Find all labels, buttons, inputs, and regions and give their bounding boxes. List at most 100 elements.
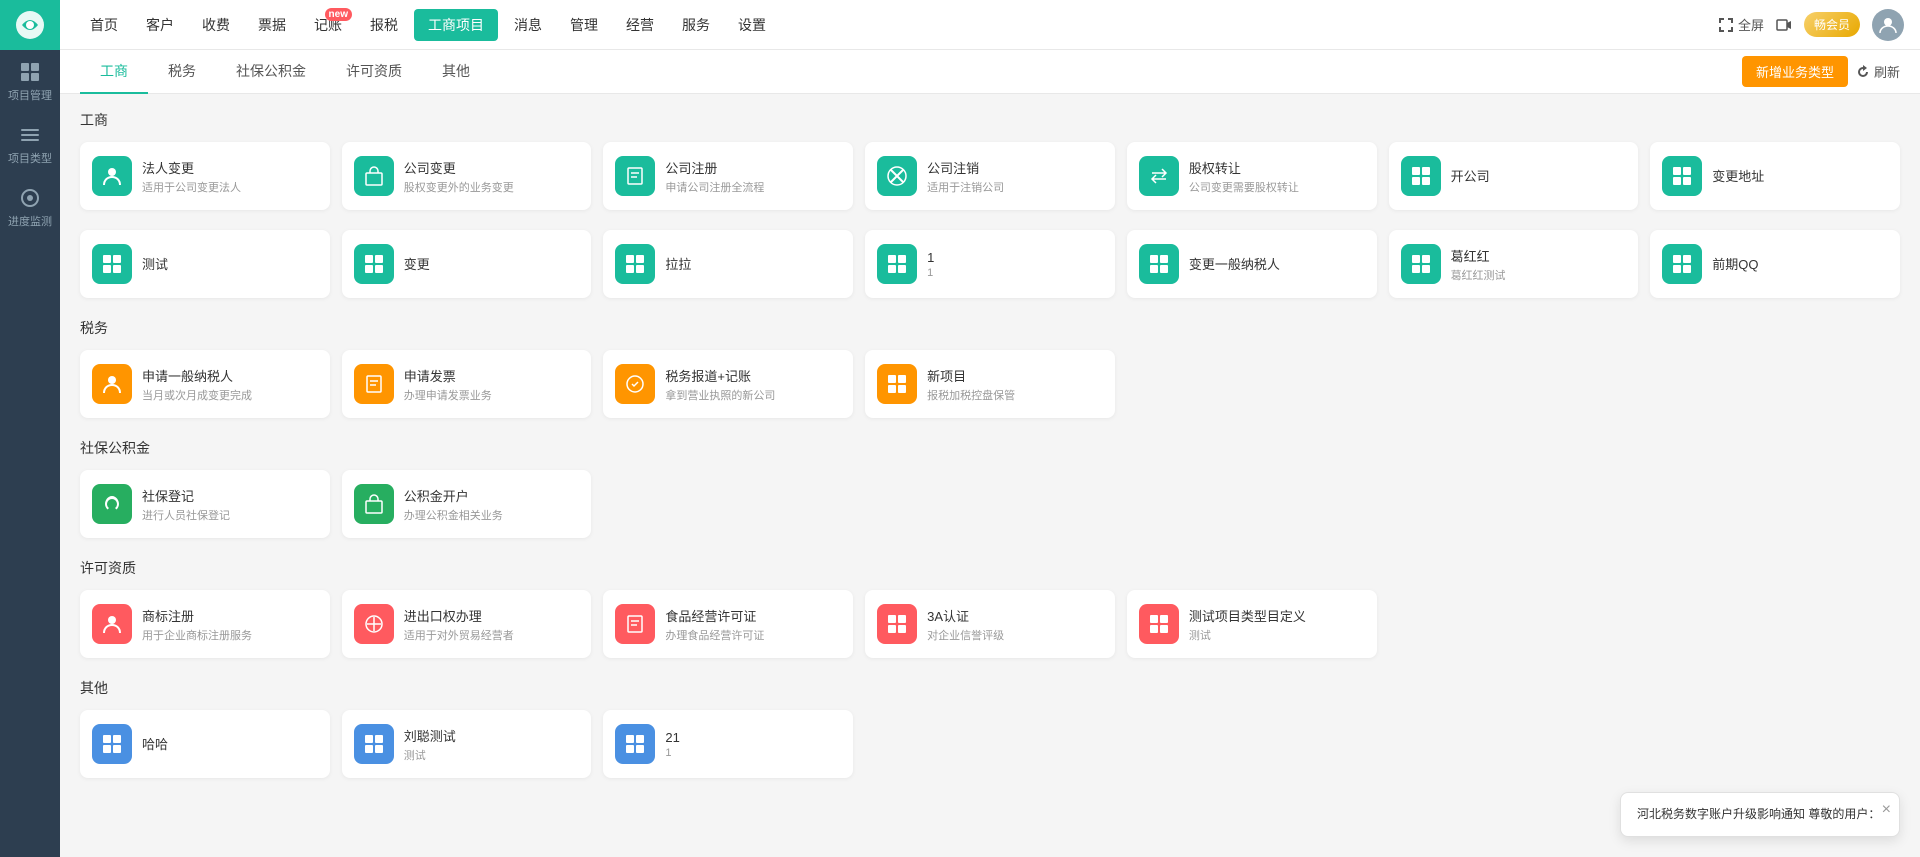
- nav-operation[interactable]: 经营: [612, 0, 668, 50]
- vip-button[interactable]: 畅会员: [1804, 12, 1860, 37]
- tab-actions: 新增业务类型 刷新: [1742, 56, 1900, 87]
- card-title: 税务报道+记账: [665, 366, 775, 385]
- card-sub: 股权变更外的业务变更: [404, 179, 514, 195]
- card-tax-report[interactable]: 税务报道+记账 拿到营业执照的新公司: [603, 350, 853, 418]
- card-title: 拉拉: [665, 254, 691, 273]
- card-ge-honghong[interactable]: 葛红红 葛红红测试: [1389, 230, 1639, 298]
- card-legal-change[interactable]: 法人变更 适用于公司变更法人: [80, 142, 330, 210]
- card-icon: [1139, 604, 1179, 644]
- sidebar-item-project-type[interactable]: 项目类型: [0, 113, 60, 176]
- card-sub: 1: [665, 747, 679, 759]
- avatar[interactable]: [1872, 9, 1904, 41]
- card-test-project-type[interactable]: 测试项目类型目定义 测试: [1127, 590, 1377, 658]
- card-new-project[interactable]: 新项目 报税加税控盘保管: [865, 350, 1115, 418]
- card-title: 变更地址: [1712, 166, 1764, 185]
- card-sub: 公司变更需要股权转让: [1189, 179, 1299, 195]
- card-sub: 测试: [404, 747, 456, 763]
- card-3a-cert[interactable]: 3A认证 对企业信誉评级: [865, 590, 1115, 658]
- card-sub: 办理食品经营许可证: [665, 627, 764, 643]
- refresh-button[interactable]: 刷新: [1856, 62, 1900, 81]
- sidebar-item-project-manage[interactable]: 项目管理: [0, 50, 60, 113]
- nav-industry[interactable]: 工商项目: [414, 9, 498, 41]
- card-icon: [615, 364, 655, 404]
- card-haha[interactable]: 哈哈: [80, 710, 330, 778]
- card-company-change[interactable]: 公司变更 股权变更外的业务变更: [342, 142, 592, 210]
- card-equity-transfer[interactable]: 股权转让 公司变更需要股权转让: [1127, 142, 1377, 210]
- card-icon: [92, 156, 132, 196]
- tax-cards: 申请一般纳税人 当月或次月成变更完成 申请发票 办理申请发票业务 税务报道+记账: [80, 350, 1900, 418]
- license-section-title: 许可资质: [80, 558, 1900, 578]
- card-title: 变更一般纳税人: [1189, 254, 1280, 273]
- card-fund-open[interactable]: 公积金开户 办理公积金相关业务: [342, 470, 592, 538]
- nav-manage[interactable]: 管理: [556, 0, 612, 50]
- card-apply-invoice[interactable]: 申请发票 办理申请发票业务: [342, 350, 592, 418]
- nav-service[interactable]: 服务: [668, 0, 724, 50]
- card-icon: [354, 244, 394, 284]
- industry-cards-row1: 法人变更 适用于公司变更法人 公司变更 股权变更外的业务变更: [80, 142, 1900, 210]
- tab-social-fund[interactable]: 社保公积金: [216, 50, 326, 94]
- card-company-register[interactable]: 公司注册 申请公司注册全流程: [603, 142, 853, 210]
- card-change-taxpayer[interactable]: 变更一般纳税人: [1127, 230, 1377, 298]
- video-button[interactable]: [1776, 17, 1792, 33]
- card-title: 公司变更: [404, 158, 514, 177]
- nav-billing[interactable]: 收费: [188, 0, 244, 50]
- list-icon: [18, 123, 42, 147]
- new-badge: new: [325, 8, 352, 21]
- card-open-company[interactable]: 开公司: [1389, 142, 1639, 210]
- card-test[interactable]: 测试: [80, 230, 330, 298]
- card-title: 前期QQ: [1712, 254, 1758, 273]
- card-icon: [877, 604, 917, 644]
- card-icon: [615, 724, 655, 764]
- nav-invoice[interactable]: 票据: [244, 0, 300, 50]
- tab-tax[interactable]: 税务: [148, 50, 216, 94]
- card-social-register[interactable]: 社保登记 进行人员社保登记: [80, 470, 330, 538]
- card-one[interactable]: 1 1: [865, 230, 1115, 298]
- card-icon: [1662, 156, 1702, 196]
- card-lala[interactable]: 拉拉: [603, 230, 853, 298]
- card-icon: [877, 364, 917, 404]
- card-icon: [92, 724, 132, 764]
- card-icon: [354, 604, 394, 644]
- card-icon: [354, 724, 394, 764]
- card-liu-test[interactable]: 刘聪测试 测试: [342, 710, 592, 778]
- nav-customer[interactable]: 客户: [132, 0, 188, 50]
- nav-home[interactable]: 首页: [76, 0, 132, 50]
- card-icon: [354, 364, 394, 404]
- notification-close-button[interactable]: ×: [1882, 801, 1891, 819]
- card-front-qq[interactable]: 前期QQ: [1650, 230, 1900, 298]
- card-title: 1: [927, 250, 934, 265]
- sidebar-item-progress[interactable]: 进度监测: [0, 176, 60, 239]
- card-title: 进出口权办理: [404, 606, 514, 625]
- tab-other[interactable]: 其他: [422, 50, 490, 94]
- card-title: 3A认证: [927, 606, 1004, 625]
- card-title: 申请一般纳税人: [142, 366, 252, 385]
- card-title: 股权转让: [1189, 158, 1299, 177]
- card-twenty-one[interactable]: 21 1: [603, 710, 853, 778]
- tab-license[interactable]: 许可资质: [326, 50, 422, 94]
- card-icon: [354, 156, 394, 196]
- card-title: 社保登记: [142, 486, 230, 505]
- card-sub: 用于企业商标注册服务: [142, 627, 252, 643]
- fullscreen-button[interactable]: 全屏: [1718, 15, 1764, 34]
- card-apply-taxpayer[interactable]: 申请一般纳税人 当月或次月成变更完成: [80, 350, 330, 418]
- nav-message[interactable]: 消息: [500, 0, 556, 50]
- card-change-address[interactable]: 变更地址: [1650, 142, 1900, 210]
- card-trademark[interactable]: 商标注册 用于企业商标注册服务: [80, 590, 330, 658]
- card-food-license[interactable]: 食品经营许可证 办理食品经营许可证: [603, 590, 853, 658]
- tab-industry[interactable]: 工商: [80, 50, 148, 94]
- card-icon: [354, 484, 394, 524]
- add-business-type-button[interactable]: 新增业务类型: [1742, 56, 1848, 87]
- nav-settings[interactable]: 设置: [724, 0, 780, 50]
- main-area: 首页 客户 收费 票据 记账 new 报税 工商项目 消息 管理 经营 服务 设…: [60, 0, 1920, 857]
- card-change2[interactable]: 变更: [342, 230, 592, 298]
- nav-accounts[interactable]: 记账 new: [300, 0, 356, 50]
- card-title: 法人变更: [142, 158, 241, 177]
- app-logo[interactable]: [0, 0, 60, 50]
- social-section-title: 社保公积金: [80, 438, 1900, 458]
- card-title: 21: [665, 730, 679, 745]
- card-import-export[interactable]: 进出口权办理 适用于对外贸易经营者: [342, 590, 592, 658]
- card-icon: [615, 156, 655, 196]
- nav-tax[interactable]: 报税: [356, 0, 412, 50]
- card-company-cancel[interactable]: 公司注销 适用于注销公司: [865, 142, 1115, 210]
- other-cards: 哈哈 刘聪测试 测试 21 1: [80, 710, 1900, 778]
